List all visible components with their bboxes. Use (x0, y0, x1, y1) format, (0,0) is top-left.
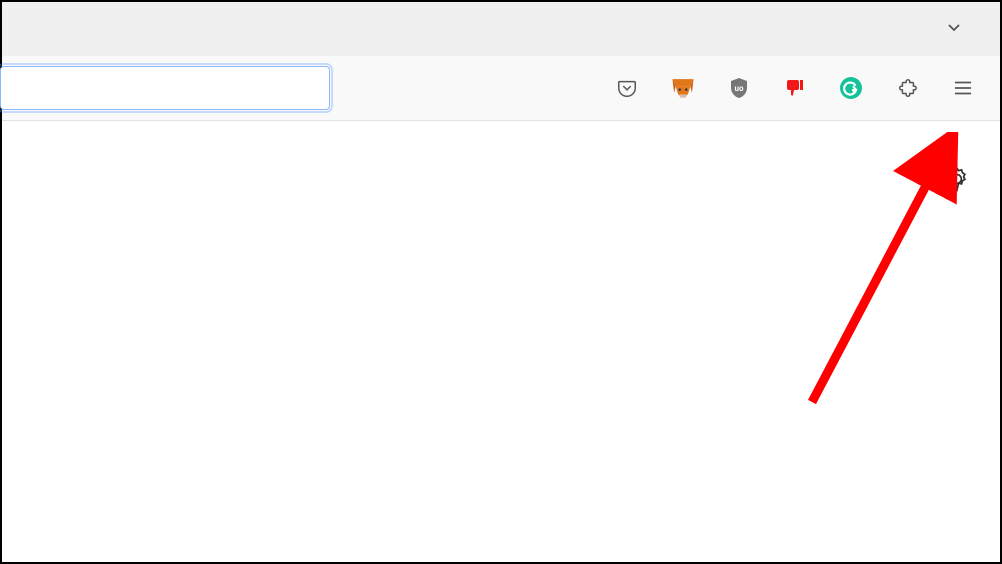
ublock-icon: uо (727, 76, 751, 100)
tab-strip (2, 2, 1000, 56)
thumbs-down-icon (783, 76, 807, 100)
app-menu-button[interactable] (946, 71, 980, 105)
tabs-overflow-chevron[interactable] (938, 11, 970, 47)
ublock-extension-button[interactable]: uо (722, 71, 756, 105)
pocket-icon (616, 77, 638, 99)
gear-icon (944, 166, 970, 192)
metamask-icon (670, 75, 696, 101)
page-content (2, 120, 1000, 562)
grammarly-extension-button[interactable] (834, 71, 868, 105)
url-bar[interactable] (0, 66, 330, 110)
extension-button-red[interactable] (778, 71, 812, 105)
navigation-toolbar: uо (2, 56, 1000, 120)
hamburger-menu-icon (952, 77, 974, 99)
extensions-overflow-button[interactable] (890, 71, 924, 105)
puzzle-piece-icon (896, 77, 918, 99)
chevron-down-icon (944, 17, 964, 37)
pocket-extension-button[interactable] (610, 71, 644, 105)
metamask-extension-button[interactable] (666, 71, 700, 105)
page-settings-button[interactable] (944, 166, 970, 196)
svg-text:uо: uо (735, 84, 744, 93)
grammarly-icon (839, 76, 863, 100)
toolbar-extension-group: uо (610, 71, 980, 105)
